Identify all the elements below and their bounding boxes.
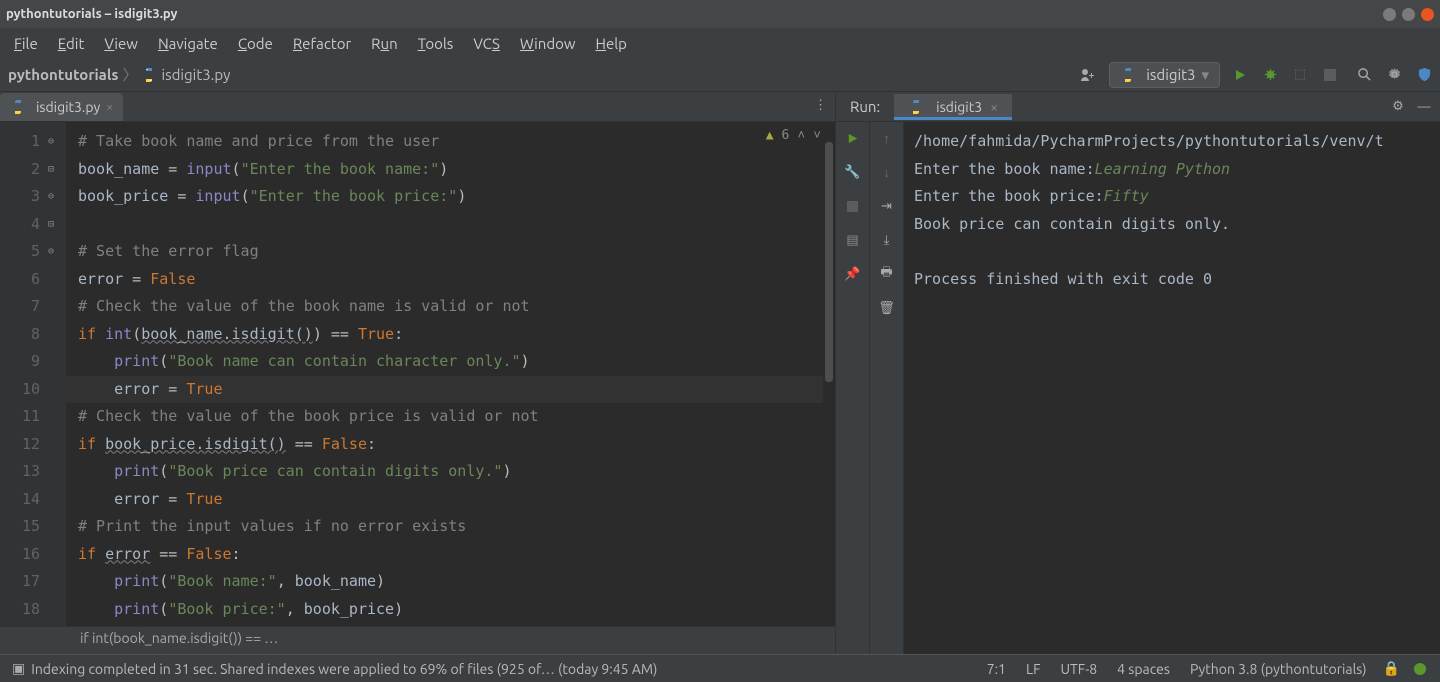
coverage-button[interactable]: ⬚: [1292, 67, 1308, 83]
search-icon[interactable]: [1356, 67, 1372, 83]
editor-breadcrumb-bar: if int(book_name.isdigit()) == …: [0, 626, 835, 654]
menu-navigate[interactable]: Navigate: [148, 31, 228, 56]
console-output[interactable]: /home/fahmida/PycharmProjects/pythontuto…: [904, 122, 1440, 654]
pin-icon[interactable]: 📌: [845, 266, 861, 282]
tab-close-icon[interactable]: ×: [106, 101, 113, 114]
inspection-widget[interactable]: ▲ 6 ˄ ˅: [766, 128, 821, 143]
menu-refactor[interactable]: Refactor: [283, 31, 361, 56]
menu-run[interactable]: Run: [361, 31, 408, 56]
gear-icon[interactable]: [1386, 67, 1402, 83]
python-icon: [1120, 67, 1136, 83]
caret-position[interactable]: 7:1: [977, 661, 1016, 677]
window-titlebar: pythontutorials – isdigit3.py: [0, 0, 1440, 28]
stop-button[interactable]: [845, 198, 861, 214]
file-encoding[interactable]: UTF-8: [1050, 661, 1107, 677]
scroll-end-icon[interactable]: ⤓: [879, 232, 895, 248]
run-config-selector[interactable]: isdigit3 ▾: [1109, 62, 1220, 88]
rerun-button[interactable]: [845, 130, 861, 146]
scrollbar-thumb[interactable]: [825, 142, 833, 382]
breadcrumb: pythontutorials 〉 isdigit3.py: [8, 64, 230, 85]
run-toolbar-col2: ↑ ↓ ⇥ ⤓ 🖶 🗑: [870, 122, 904, 654]
soft-wrap-icon[interactable]: ⇥: [879, 198, 895, 214]
menu-view[interactable]: View: [94, 31, 148, 56]
editor-panel: isdigit3.py × ⋮ 123456789101112131415161…: [0, 92, 836, 654]
indent-setting[interactable]: 4 spaces: [1107, 661, 1180, 677]
lock-icon[interactable]: 🔒: [1377, 660, 1406, 677]
run-config-name: isdigit3: [1146, 66, 1195, 83]
menu-bar: File Edit View Navigate Code Refactor Ru…: [0, 28, 1440, 58]
warning-icon: ▲: [766, 128, 774, 143]
hide-panel-icon[interactable]: —: [1416, 99, 1432, 115]
python-icon: [908, 99, 924, 115]
breadcrumb-file-item[interactable]: isdigit3.py: [141, 66, 230, 83]
menu-code[interactable]: Code: [228, 31, 283, 56]
editor-tab-label: isdigit3.py: [36, 99, 100, 115]
run-title: Run:: [836, 98, 894, 115]
menu-help[interactable]: Help: [586, 31, 637, 56]
tool-windows-icon[interactable]: ▣: [6, 660, 31, 677]
window-title: pythontutorials – isdigit3.py: [6, 7, 177, 21]
python-file-icon: [10, 99, 26, 115]
gear-icon[interactable]: ⚙: [1390, 99, 1406, 115]
breadcrumb-file: isdigit3.py: [161, 66, 230, 83]
warning-count: 6: [782, 128, 790, 143]
python-file-icon: [141, 67, 157, 83]
trash-icon[interactable]: 🗑: [879, 300, 895, 316]
line-separator[interactable]: LF: [1016, 661, 1051, 677]
line-number-gutter: 123456789101112131415161718: [0, 122, 48, 626]
editor-scrollbar[interactable]: [823, 122, 835, 626]
run-tab-isdigit3[interactable]: isdigit3 ×: [894, 94, 1012, 120]
breadcrumb-inline[interactable]: if int(book_name.isdigit()) == …: [80, 630, 278, 646]
maximize-icon[interactable]: [1402, 8, 1415, 21]
menu-window[interactable]: Window: [510, 31, 586, 56]
run-body: 🔧 ▤ 📌 ↑ ↓ ⇥ ⤓ 🖶 🗑 /home/fahmida/PycharmP…: [836, 122, 1440, 654]
run-toolbar-col1: 🔧 ▤ 📌: [836, 122, 870, 654]
add-user-icon[interactable]: [1079, 67, 1095, 83]
menu-file[interactable]: File: [4, 31, 48, 56]
run-tool-window: Run: isdigit3 × ⚙ — 🔧 ▤ 📌 ↑ ↓ ⇥ ⤓: [836, 92, 1440, 654]
status-message: Indexing completed in 31 sec. Shared ind…: [31, 661, 657, 677]
chevron-right-icon: 〉: [122, 64, 137, 85]
main-split: isdigit3.py × ⋮ 123456789101112131415161…: [0, 92, 1440, 654]
more-tabs-icon[interactable]: ⋮: [814, 98, 827, 113]
chevron-down-icon: ▾: [1201, 66, 1209, 84]
menu-edit[interactable]: Edit: [48, 31, 95, 56]
menu-tools[interactable]: Tools: [408, 31, 464, 56]
fold-gutter: ⊖⊟⊖⊟⊖: [48, 122, 66, 626]
run-button[interactable]: [1232, 67, 1248, 83]
down-arrow-icon[interactable]: ↓: [879, 164, 895, 180]
run-header: Run: isdigit3 × ⚙ —: [836, 92, 1440, 122]
chevron-up-icon[interactable]: ˄: [797, 128, 805, 143]
print-icon[interactable]: 🖶: [879, 266, 895, 282]
menu-vcs[interactable]: VCS: [463, 31, 510, 56]
stop-button[interactable]: [1322, 67, 1338, 83]
editor-tabs: isdigit3.py × ⋮: [0, 92, 835, 122]
status-bar: ▣ Indexing completed in 31 sec. Shared i…: [0, 654, 1440, 682]
code-content[interactable]: # Take book name and price from the user…: [66, 122, 835, 626]
tab-close-icon[interactable]: ×: [990, 99, 998, 115]
editor-tab-isdigit3[interactable]: isdigit3.py ×: [0, 93, 123, 121]
minimize-icon[interactable]: [1383, 8, 1396, 21]
chevron-down-icon[interactable]: ˅: [813, 128, 821, 143]
code-editor[interactable]: 123456789101112131415161718 ⊖⊟⊖⊟⊖ # Take…: [0, 122, 835, 626]
close-icon[interactable]: [1421, 8, 1434, 21]
wrench-icon[interactable]: 🔧: [845, 164, 861, 180]
run-tab-label: isdigit3: [936, 99, 982, 115]
debug-button[interactable]: [1262, 67, 1278, 83]
status-indicator-icon[interactable]: [1414, 663, 1426, 675]
layout-icon[interactable]: ▤: [845, 232, 861, 248]
breadcrumb-root[interactable]: pythontutorials: [8, 66, 118, 83]
navigation-toolbar: pythontutorials 〉 isdigit3.py isdigit3 ▾…: [0, 58, 1440, 92]
up-arrow-icon[interactable]: ↑: [879, 130, 895, 146]
python-interpreter[interactable]: Python 3.8 (pythontutorials): [1180, 661, 1377, 677]
ide-shield-icon[interactable]: [1416, 67, 1432, 83]
